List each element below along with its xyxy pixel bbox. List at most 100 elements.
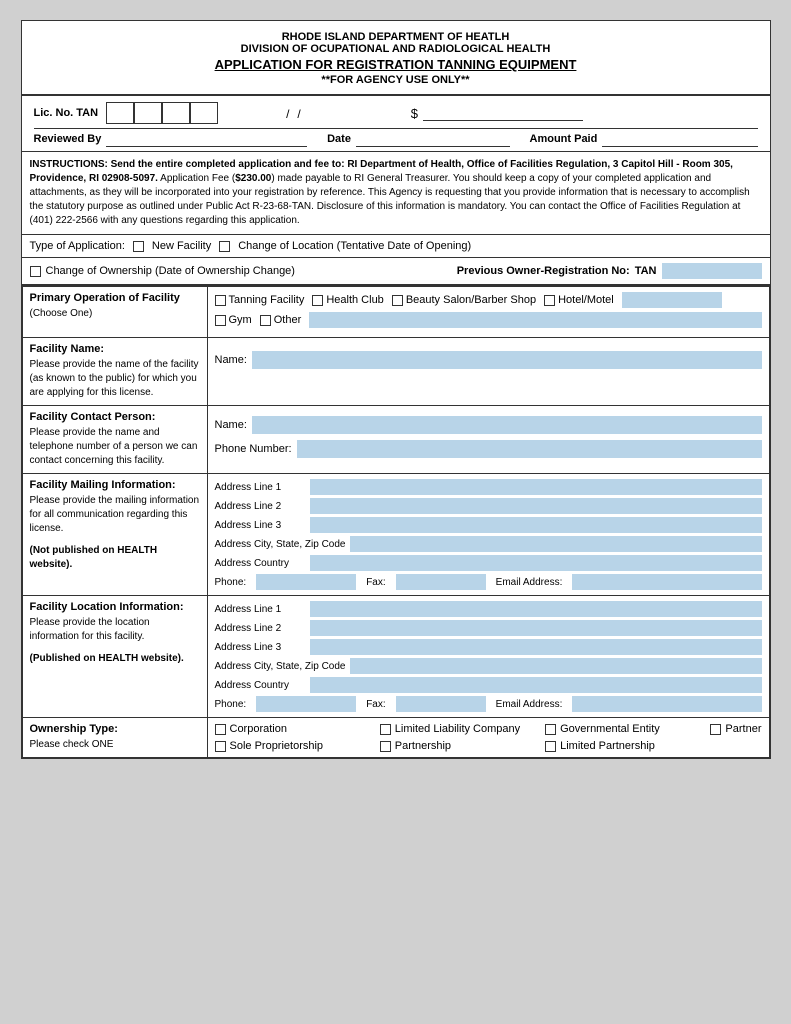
limited-partnership-label: Limited Partnership [560, 740, 655, 752]
gym-checkbox[interactable] [215, 315, 226, 326]
gov-entity-item: Governmental Entity [545, 723, 702, 735]
ownership-type-left: Ownership Type: Please check ONE [22, 718, 207, 758]
partnership-label: Partnership [395, 740, 451, 752]
other-field[interactable] [309, 312, 761, 328]
loc-addr3-input[interactable] [310, 639, 762, 655]
facility-mailing-right: Address Line 1 Address Line 2 Address Li… [207, 474, 769, 596]
ownership-change-section: Change of Ownership (Date of Ownership C… [22, 258, 770, 286]
amount-field[interactable] [423, 105, 583, 121]
hotel-motel-label: Hotel/Motel [558, 294, 614, 306]
limited-partnership-item: Limited Partnership [545, 740, 702, 752]
ownership-change-checkbox[interactable] [30, 266, 41, 277]
beauty-salon-checkbox[interactable] [392, 295, 403, 306]
new-facility-label: New Facility [152, 240, 211, 252]
lic-box-2[interactable] [134, 102, 162, 124]
facility-name-right: Name: [207, 338, 769, 406]
facility-contact-subtext: Please provide the name and telephone nu… [30, 426, 200, 468]
loc-phone-input[interactable] [256, 696, 356, 712]
llc-label: Limited Liability Company [395, 723, 520, 735]
primary-operation-left: Primary Operation of Facility (Choose On… [22, 287, 207, 338]
mail-fax-input[interactable] [396, 574, 486, 590]
beauty-salon-item: Beauty Salon/Barber Shop [392, 294, 536, 306]
contact-name-input[interactable] [252, 416, 762, 434]
prev-owner-label: Previous Owner-Registration No: [457, 265, 630, 277]
mail-addr1-label: Address Line 1 [215, 482, 305, 493]
primary-operation-right: Tanning Facility Health Club Beauty Salo… [207, 287, 769, 338]
ownership-type-sublabel: Please check ONE [30, 738, 200, 752]
gym-label: Gym [229, 314, 252, 326]
facility-contact-left: Facility Contact Person: Please provide … [22, 406, 207, 474]
hotel-motel-item: Hotel/Motel [544, 294, 614, 306]
gov-entity-checkbox[interactable] [545, 724, 556, 735]
amount-paid-label: Amount Paid [530, 133, 598, 145]
corporation-checkbox[interactable] [215, 724, 226, 735]
other-checkbox[interactable] [260, 315, 271, 326]
hotel-motel-field[interactable] [622, 292, 722, 308]
facility-mailing-left: Facility Mailing Information: Please pro… [22, 474, 207, 596]
mail-email-input[interactable] [572, 574, 761, 590]
mail-city-input[interactable] [350, 536, 761, 552]
tan-label: TAN [635, 265, 657, 277]
loc-country-input[interactable] [310, 677, 762, 693]
sole-prop-checkbox[interactable] [215, 741, 226, 752]
loc-addr2-input[interactable] [310, 620, 762, 636]
loc-addr1-input[interactable] [310, 601, 762, 617]
lic-box-4[interactable] [190, 102, 218, 124]
prev-owner-field[interactable] [662, 263, 762, 279]
reviewed-by-field[interactable] [106, 131, 307, 147]
ownership-type-label: Ownership Type: [30, 723, 118, 735]
loc-email-input[interactable] [572, 696, 761, 712]
facility-contact-right: Name: Phone Number: [207, 406, 769, 474]
loc-city-input[interactable] [350, 658, 761, 674]
sole-prop-label: Sole Proprietorship [230, 740, 324, 752]
partner-checkbox[interactable] [710, 724, 721, 735]
app-type-section: Type of Application: New Facility Change… [22, 235, 770, 258]
new-facility-checkbox[interactable] [133, 241, 144, 252]
facility-mailing-note: (Not published on HEALTH website). [30, 544, 200, 572]
limited-partnership-checkbox[interactable] [545, 741, 556, 752]
mail-fax-label: Fax: [366, 577, 385, 588]
facility-name-field-wrapper: Name: [215, 351, 762, 369]
mail-addr1-input[interactable] [310, 479, 762, 495]
tanning-facility-item: Tanning Facility [215, 294, 305, 306]
mail-email-label: Email Address: [496, 577, 563, 588]
reviewed-by-label: Reviewed By [34, 133, 102, 145]
gov-entity-label: Governmental Entity [560, 723, 660, 735]
header-line1: RHODE ISLAND DEPARTMENT OF HEATLH [42, 31, 750, 43]
lic-box-3[interactable] [162, 102, 190, 124]
llc-item: Limited Liability Company [380, 723, 537, 735]
lic-box-1[interactable] [106, 102, 134, 124]
date-field[interactable] [356, 131, 510, 147]
loc-email-label: Email Address: [496, 699, 563, 710]
mail-addr3-label: Address Line 3 [215, 520, 305, 531]
hotel-motel-checkbox[interactable] [544, 295, 555, 306]
facility-name-input[interactable] [252, 351, 762, 369]
dollar-sign: $ [411, 106, 418, 121]
change-location-checkbox[interactable] [219, 241, 230, 252]
mail-phone-label: Phone: [215, 577, 247, 588]
loc-fax-input[interactable] [396, 696, 486, 712]
loc-fax-label: Fax: [366, 699, 385, 710]
partnership-item: Partnership [380, 740, 537, 752]
facility-location-note: (Published on HEALTH website). [30, 652, 200, 666]
contact-phone-input[interactable] [297, 440, 762, 458]
tanning-facility-checkbox[interactable] [215, 295, 226, 306]
facility-location-right: Address Line 1 Address Line 2 Address Li… [207, 596, 769, 718]
ownership-type-row: Ownership Type: Please check ONE Corpora… [22, 718, 769, 758]
mail-addr2-input[interactable] [310, 498, 762, 514]
amount-paid-field[interactable] [602, 131, 757, 147]
header-line3: APPLICATION FOR REGISTRATION TANNING EQU… [42, 57, 750, 72]
partner-item: Partner [710, 723, 761, 735]
health-club-checkbox[interactable] [312, 295, 323, 306]
corporation-label: Corporation [230, 723, 287, 735]
mail-country-input[interactable] [310, 555, 762, 571]
partnership-checkbox[interactable] [380, 741, 391, 752]
llc-checkbox[interactable] [380, 724, 391, 735]
mail-phone-input[interactable] [256, 574, 356, 590]
slash-separator2: / [297, 107, 300, 121]
facility-location-row: Facility Location Information: Please pr… [22, 596, 769, 718]
form-header: RHODE ISLAND DEPARTMENT OF HEATLH DIVISI… [22, 21, 770, 96]
mail-addr3-input[interactable] [310, 517, 762, 533]
mail-addr2-label: Address Line 2 [215, 501, 305, 512]
facility-contact-row: Facility Contact Person: Please provide … [22, 406, 769, 474]
